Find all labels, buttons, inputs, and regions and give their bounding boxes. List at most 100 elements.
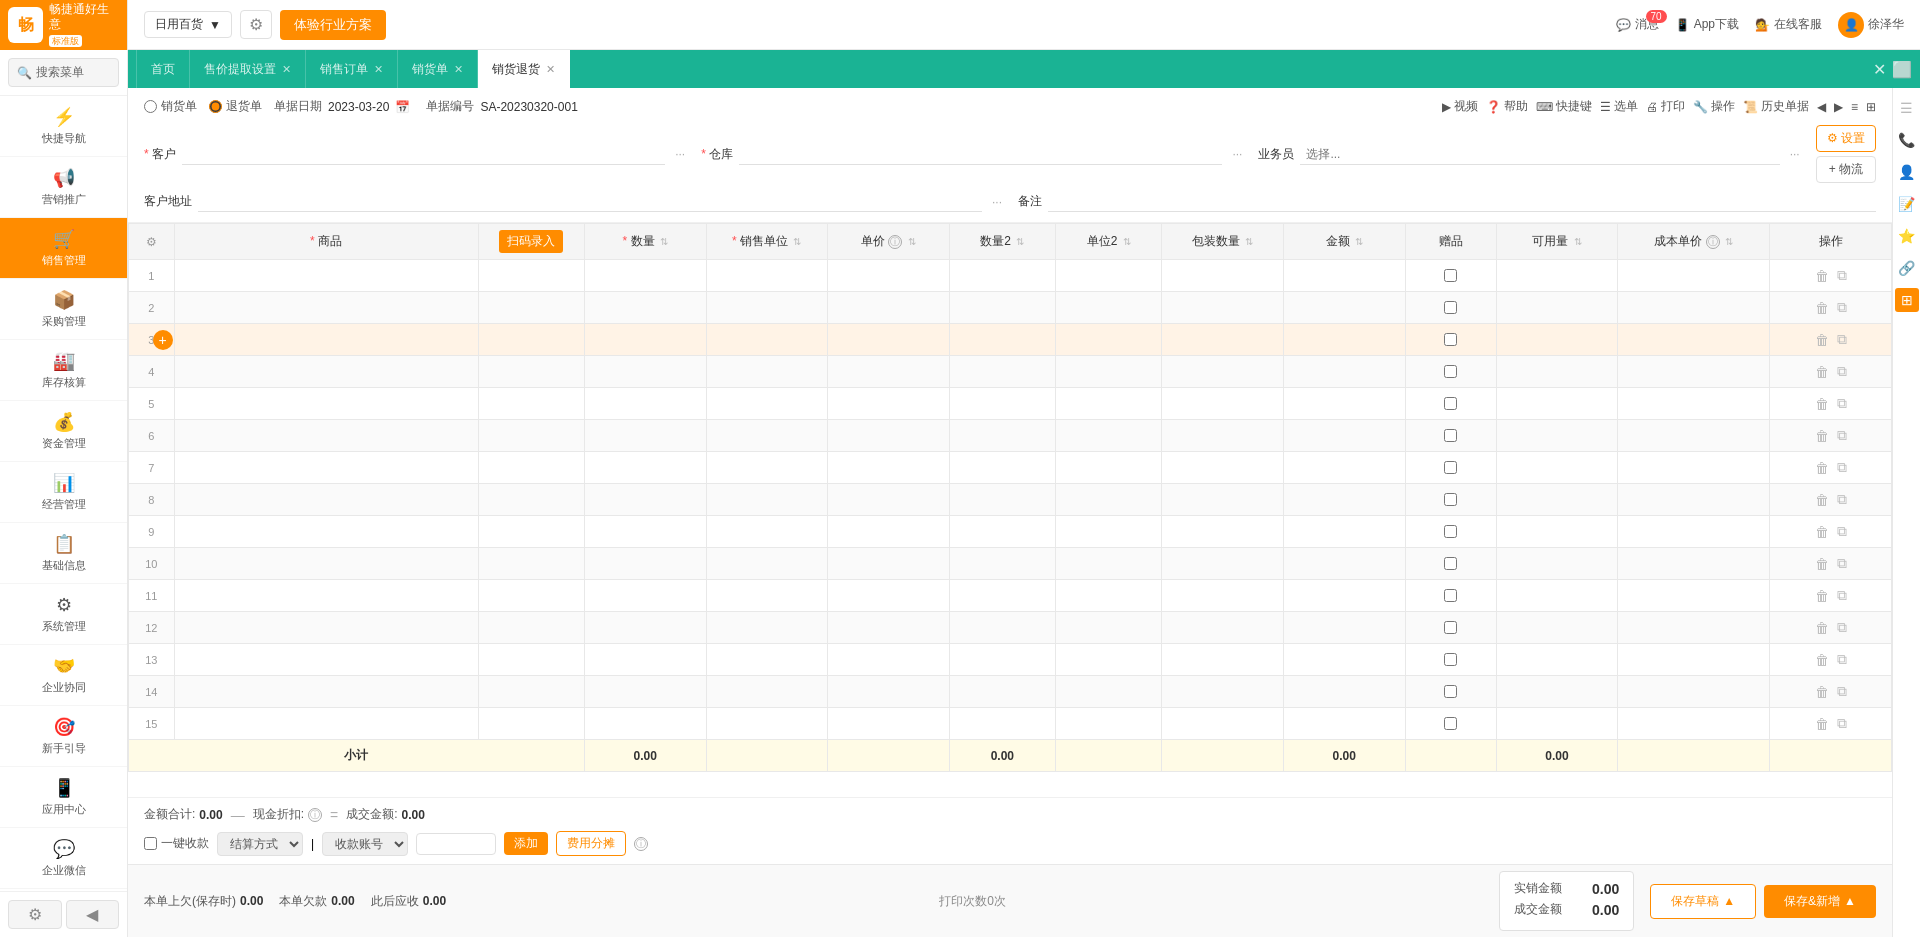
gift-cell[interactable] [1405,484,1496,516]
sidebar-item-enterprise[interactable]: 🤝 企业协同 [0,645,127,706]
shortcut-link[interactable]: ⌨ 快捷键 [1536,98,1592,115]
gift-checkbox[interactable] [1444,301,1457,314]
gift-cell[interactable] [1405,356,1496,388]
gift-cell[interactable] [1405,644,1496,676]
qty-cell[interactable] [584,548,706,580]
pkg-qty-cell[interactable] [1162,516,1284,548]
right-icon-grid[interactable]: ⊞ [1895,288,1919,312]
tab-sale-return[interactable]: 销货退货 ✕ [478,50,570,88]
product-cell[interactable]: + [174,324,478,356]
qty2-cell[interactable] [949,548,1055,580]
delete-row-button[interactable]: 🗑 [1813,521,1831,542]
sidebar-item-sales[interactable]: 🛒 销售管理 [0,218,127,279]
amount-cell[interactable] [1283,708,1405,740]
unit-price-cell[interactable] [828,580,950,612]
delete-row-button[interactable]: 🗑 [1813,681,1831,702]
delete-row-button[interactable]: 🗑 [1813,265,1831,286]
unit2-sort-icon[interactable]: ⇅ [1123,236,1131,247]
pkg-qty-cell[interactable] [1162,260,1284,292]
sidebar-item-quick-nav[interactable]: ⚡ 快捷导航 [0,96,127,157]
pkg-qty-cell[interactable] [1162,356,1284,388]
qty2-cell[interactable] [949,356,1055,388]
product-cell[interactable] [174,260,478,292]
amount-cell[interactable] [1283,260,1405,292]
tab-close-sale-price[interactable]: ✕ [282,63,291,76]
unit-price-cell[interactable] [828,516,950,548]
select-order-link[interactable]: ☰ 选单 [1600,98,1638,115]
unit2-cell[interactable] [1056,676,1162,708]
cost-price-cell[interactable] [1618,388,1770,420]
pkg-qty-cell[interactable] [1162,548,1284,580]
product-cell[interactable] [174,580,478,612]
unit2-cell[interactable] [1056,548,1162,580]
product-cell[interactable] [174,292,478,324]
delete-row-button[interactable]: 🗑 [1813,617,1831,638]
available-cell[interactable] [1496,612,1618,644]
unit2-cell[interactable] [1056,260,1162,292]
tab-close-sale-goods[interactable]: ✕ [454,63,463,76]
copy-row-button[interactable]: ⧉ [1835,297,1849,318]
header-gear-button[interactable]: ⚙ [240,10,272,39]
available-cell[interactable] [1496,548,1618,580]
delete-row-button[interactable]: 🗑 [1813,649,1831,670]
pkg-qty-sort-icon[interactable]: ⇅ [1245,236,1253,247]
one-click-collect-checkbox[interactable]: 一键收款 [144,835,209,852]
qty2-cell[interactable] [949,484,1055,516]
list-view-btn[interactable]: ≡ [1851,100,1858,114]
fee-split-info-icon[interactable]: ⓘ [634,837,648,851]
unit-cell[interactable] [706,260,828,292]
right-icon-user[interactable]: 👤 [1895,160,1919,184]
delete-row-button[interactable]: 🗑 [1813,457,1831,478]
cost-price-cell[interactable] [1618,420,1770,452]
tab-home[interactable]: 首页 [136,50,190,88]
cost-price-cell[interactable] [1618,548,1770,580]
delete-row-button[interactable]: 🗑 [1813,297,1831,318]
gift-cell[interactable] [1405,292,1496,324]
category-selector[interactable]: 日用百货 ▼ [144,11,232,38]
qty-cell[interactable] [584,612,706,644]
grid-view-btn[interactable]: ⊞ [1866,100,1876,114]
copy-row-button[interactable]: ⧉ [1835,361,1849,382]
delete-row-button[interactable]: 🗑 [1813,329,1831,350]
gift-cell[interactable] [1405,548,1496,580]
cost-price-cell[interactable] [1618,708,1770,740]
settings-button[interactable]: ⚙ 设置 [1816,125,1876,152]
amount-cell[interactable] [1283,612,1405,644]
qty2-cell[interactable] [949,580,1055,612]
qty-cell[interactable] [584,356,706,388]
sidebar-item-app-center[interactable]: 📱 应用中心 [0,767,127,828]
history-link[interactable]: 📜 历史单据 [1743,98,1809,115]
available-cell[interactable] [1496,708,1618,740]
unit-price-cell[interactable] [828,612,950,644]
payment-method-select[interactable]: 结算方式 [217,832,303,856]
delete-row-button[interactable]: 🗑 [1813,553,1831,574]
unit-cell[interactable] [706,292,828,324]
fee-split-button[interactable]: 费用分摊 [556,831,626,856]
unit-cell[interactable] [706,580,828,612]
available-cell[interactable] [1496,484,1618,516]
cost-price-cell[interactable] [1618,356,1770,388]
customer-selector-btn[interactable]: ··· [675,147,685,161]
gift-cell[interactable] [1405,516,1496,548]
unit-price-cell[interactable] [828,484,950,516]
gift-checkbox[interactable] [1444,557,1457,570]
unit-sort-icon[interactable]: ⇅ [793,236,801,247]
delete-row-button[interactable]: 🗑 [1813,393,1831,414]
right-icon-note[interactable]: 📝 [1895,192,1919,216]
copy-row-button[interactable]: ⧉ [1835,521,1849,542]
product-cell[interactable] [174,420,478,452]
cost-price-info-icon[interactable]: ⓘ [1706,235,1720,249]
unit-price-info-icon[interactable]: ⓘ [888,235,902,249]
cost-price-cell[interactable] [1618,676,1770,708]
gift-checkbox[interactable] [1444,397,1457,410]
pkg-qty-cell[interactable] [1162,580,1284,612]
sidebar-item-wechat[interactable]: 💬 企业微信 [0,828,127,889]
available-sort-icon[interactable]: ⇅ [1574,236,1582,247]
copy-row-button[interactable]: ⧉ [1835,265,1849,286]
gift-checkbox[interactable] [1444,461,1457,474]
unit2-cell[interactable] [1056,516,1162,548]
qty-cell[interactable] [584,324,706,356]
tab-close-sale-order[interactable]: ✕ [374,63,383,76]
pkg-qty-cell[interactable] [1162,420,1284,452]
product-cell[interactable] [174,612,478,644]
